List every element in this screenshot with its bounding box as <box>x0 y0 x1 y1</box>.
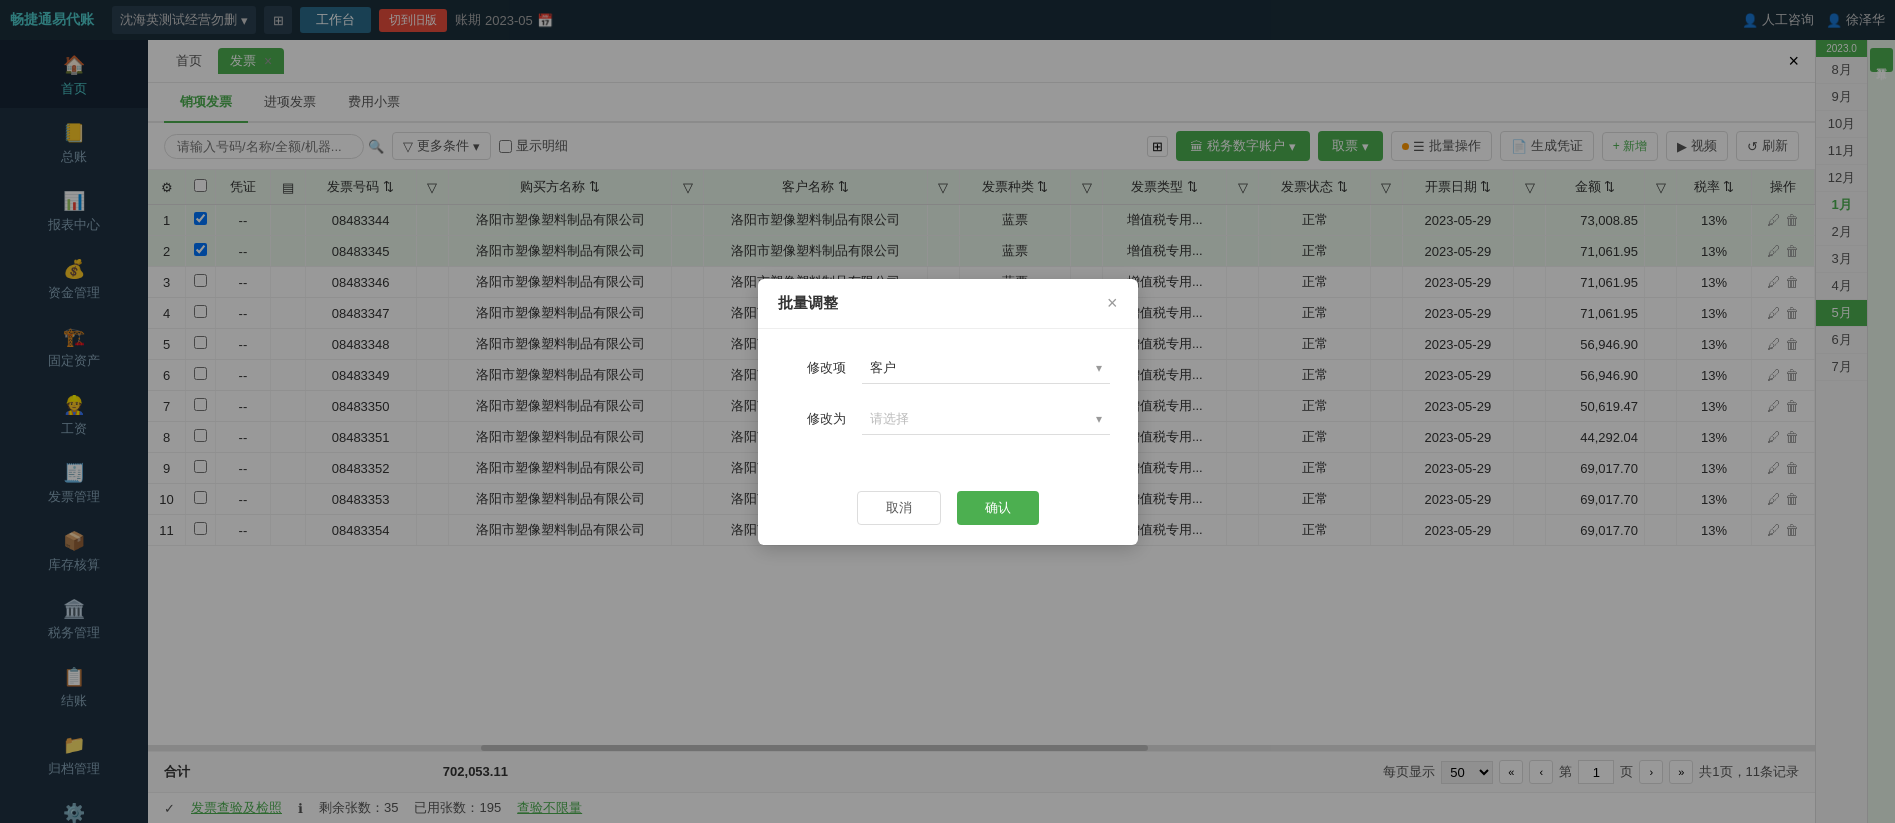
modify-value-dropdown[interactable]: 请选择 ▾ <box>862 404 1110 435</box>
modify-value-placeholder: 请选择 <box>870 410 909 428</box>
cancel-btn[interactable]: 取消 <box>857 491 941 525</box>
field-dropdown-arrow-icon: ▾ <box>1096 361 1102 375</box>
modal-footer: 取消 确认 <box>758 479 1138 545</box>
modal-body: 修改项 客户 ▾ 修改为 请选择 ▾ <box>758 329 1138 479</box>
modify-value-label: 修改为 <box>786 410 846 428</box>
modal-header: 批量调整 × <box>758 279 1138 329</box>
modify-field-row: 修改项 客户 ▾ <box>786 353 1110 384</box>
value-dropdown-arrow-icon: ▾ <box>1096 412 1102 426</box>
modify-field-label: 修改项 <box>786 359 846 377</box>
confirm-btn[interactable]: 确认 <box>957 491 1039 525</box>
modal-close-btn[interactable]: × <box>1107 293 1118 314</box>
modal-title: 批量调整 <box>778 294 838 313</box>
batch-adjust-modal: 批量调整 × 修改项 客户 ▾ 修改为 请选择 ▾ 取消 确认 <box>758 279 1138 545</box>
modal-overlay: 批量调整 × 修改项 客户 ▾ 修改为 请选择 ▾ 取消 确认 <box>0 0 1895 823</box>
modify-field-dropdown[interactable]: 客户 ▾ <box>862 353 1110 384</box>
modify-value-row: 修改为 请选择 ▾ <box>786 404 1110 435</box>
modify-field-value: 客户 <box>870 359 896 377</box>
